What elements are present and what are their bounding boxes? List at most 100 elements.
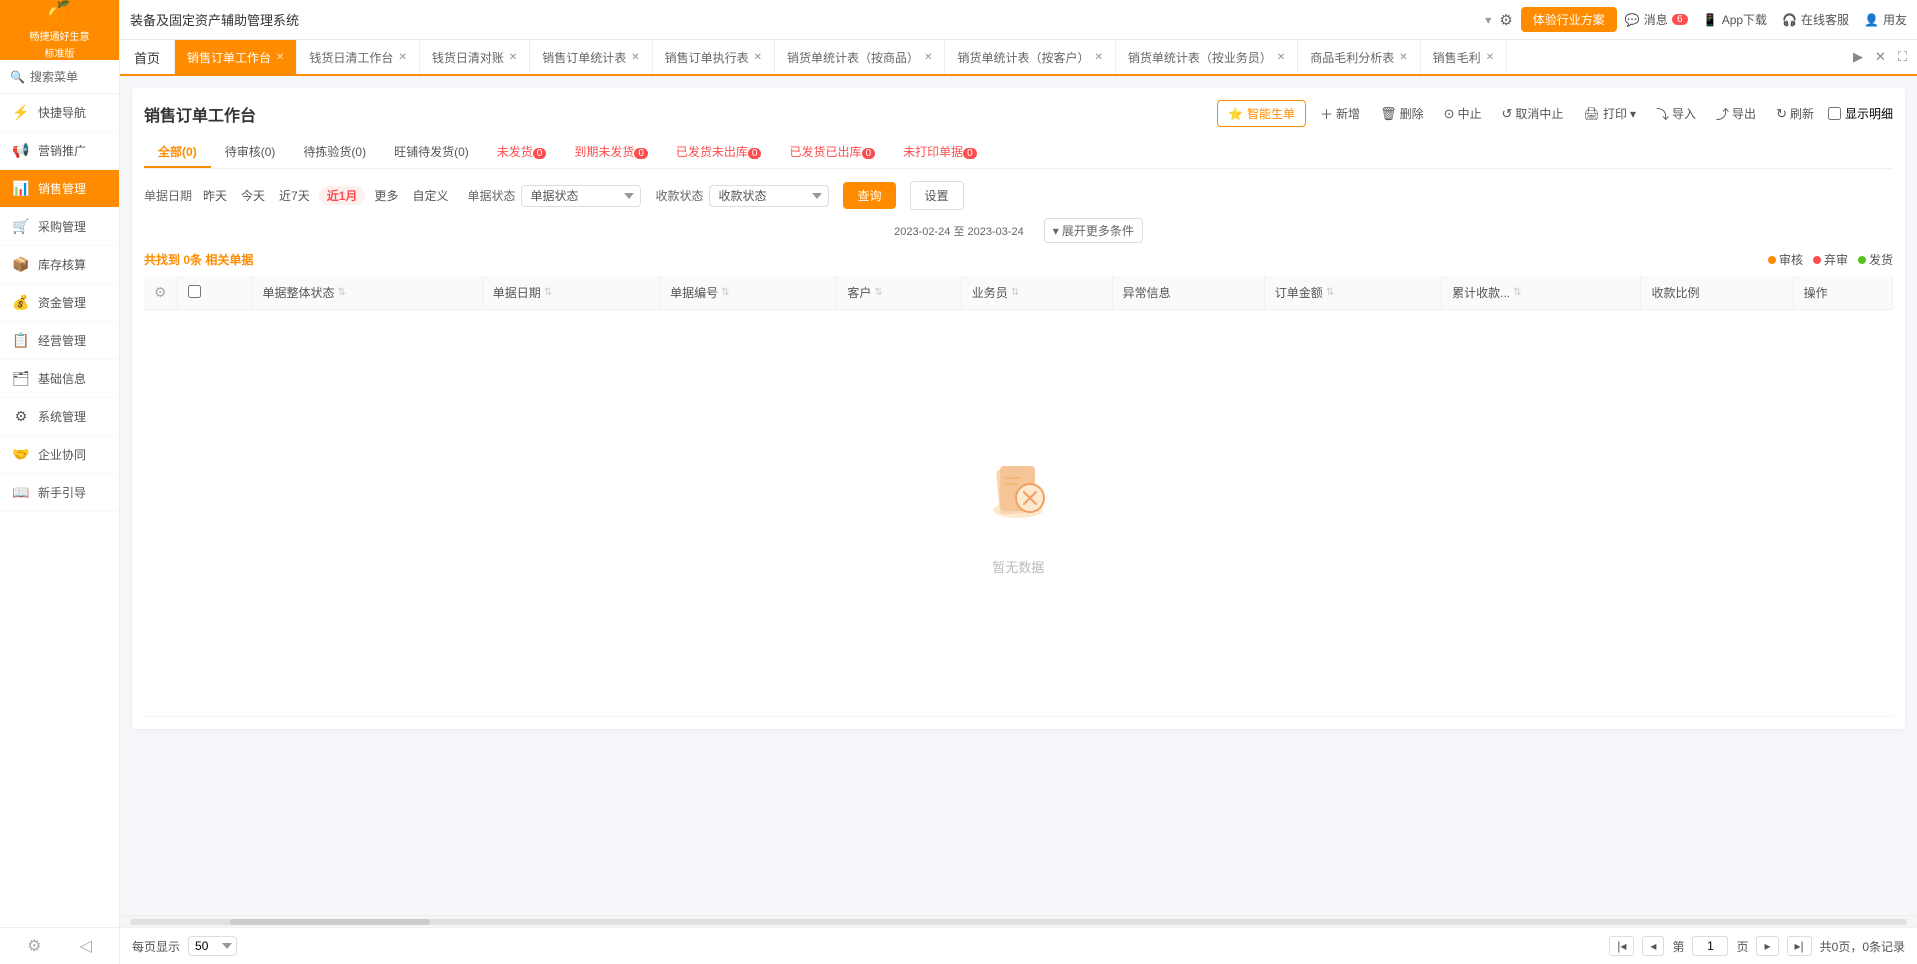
import-btn[interactable]: ⤵ 导入 (1650, 100, 1702, 127)
sub-tab-pending-inspect[interactable]: 待拣验货(0) (289, 137, 380, 168)
query-btn[interactable]: 查询 (843, 182, 895, 209)
th-cumulative[interactable]: 累计收款... ⇅ (1442, 276, 1641, 310)
export-btn[interactable]: ⤴ 导出 (1710, 100, 1762, 127)
refresh-label: 刷新 (1790, 105, 1814, 122)
sub-tab-shipped-not-out[interactable]: 已发货未出库0 (662, 137, 776, 168)
app-download-btn[interactable]: 📱 App下载 (1703, 11, 1767, 28)
sub-tab-overdue-unshipped[interactable]: 到期未发货0 (560, 137, 662, 168)
th-amount[interactable]: 订单金额 ⇅ (1264, 276, 1441, 310)
tab-sales-order-workbench[interactable]: 销售订单工作台 ✕ (175, 40, 297, 75)
tab-close-icon-6[interactable]: ✕ (924, 52, 932, 63)
show-detail-checkbox[interactable] (1828, 107, 1841, 120)
first-page-btn[interactable]: |◂ (1609, 936, 1634, 956)
cancel-stop-btn[interactable]: ↺ 取消中止 (1496, 101, 1570, 126)
select-all-checkbox[interactable] (188, 285, 201, 298)
date-opt-yesterday[interactable]: 昨天 (198, 185, 232, 206)
tab-close-icon-2[interactable]: ✕ (398, 52, 406, 63)
add-btn[interactable]: ＋ 新增 (1314, 100, 1366, 127)
tab-gross-margin[interactable]: 商品毛利分析表 ✕ (1298, 40, 1420, 75)
th-date[interactable]: 单据日期 ⇅ (482, 276, 659, 310)
sub-tab-unshipped[interactable]: 未发货0 (483, 137, 561, 168)
tab-sale-profit[interactable]: 销售毛利 ✕ (1421, 40, 1507, 75)
orange-dot-icon (1768, 256, 1776, 264)
scrollbar-thumb[interactable] (230, 919, 430, 925)
next-page-btn[interactable]: ▸ (1756, 936, 1778, 956)
sidebar-collapse-icon[interactable]: ◁ (80, 936, 92, 956)
sidebar-item-finance[interactable]: 💰 资金管理 (0, 284, 119, 322)
horizontal-scrollbar[interactable] (120, 915, 1917, 927)
th-customer[interactable]: 客户 ⇅ (837, 276, 961, 310)
sub-tab-pending-review[interactable]: 待审核(0) (211, 137, 290, 168)
th-staff[interactable]: 业务员 ⇅ (961, 276, 1112, 310)
tab-order-stats[interactable]: 销售订单统计表 ✕ (530, 40, 652, 75)
date-opt-more[interactable]: 更多 (369, 185, 403, 206)
sidebar-item-collab[interactable]: 🤝 企业协同 (0, 436, 119, 474)
tab-home[interactable]: 首页 (120, 40, 175, 75)
sidebar-item-guide[interactable]: 📖 新手引导 (0, 474, 119, 512)
sidebar-search[interactable]: 🔍 搜索菜单 (0, 60, 119, 94)
collect-filter-select[interactable]: 收款状态 (709, 185, 829, 207)
tabs-close-all-icon[interactable]: ✕ (1871, 47, 1890, 67)
per-page-select[interactable]: 50 100 (188, 936, 237, 956)
tab-sale-stats-customer[interactable]: 销货单统计表（按客户） ✕ (945, 40, 1115, 75)
date-opt-1month[interactable]: 近1月 (319, 186, 366, 205)
set-btn[interactable]: 设置 (910, 181, 964, 210)
tab-reconcile[interactable]: 钱货日清对账 ✕ (420, 40, 530, 75)
sub-tab-all[interactable]: 全部(0) (144, 137, 211, 168)
tab-daily-clear[interactable]: 钱货日清工作台 ✕ (297, 40, 419, 75)
quick-review-btn[interactable]: 审核 (1768, 251, 1803, 268)
message-btn[interactable]: 💬 消息 6 (1625, 11, 1688, 28)
tab-close-icon-9[interactable]: ✕ (1399, 52, 1407, 63)
user-btn[interactable]: 👤 用友 (1864, 11, 1907, 28)
expand-filter-btn[interactable]: ▾ 展开更多条件 (1044, 218, 1143, 243)
last-page-btn[interactable]: ▸| (1787, 936, 1812, 956)
sidebar-item-quick-nav[interactable]: ⚡ 快捷导航 (0, 94, 119, 132)
stop-btn[interactable]: ⊙ 中止 (1438, 101, 1488, 126)
sidebar-item-marketing[interactable]: 📢 营销推广 (0, 132, 119, 170)
tab-label-gross-margin: 商品毛利分析表 (1310, 49, 1394, 66)
tab-close-icon-8[interactable]: ✕ (1277, 52, 1285, 63)
tab-close-icon-7[interactable]: ✕ (1094, 52, 1102, 63)
tab-order-exec[interactable]: 销售订单执行表 ✕ (653, 40, 775, 75)
sub-tab-unprinted[interactable]: 未打印单据0 (889, 137, 991, 168)
sub-tab-shipped-out[interactable]: 已发货已出库0 (775, 137, 889, 168)
refresh-btn[interactable]: ↻ 刷新 (1770, 101, 1820, 126)
tab-sale-stats-product[interactable]: 销货单统计表（按商品） ✕ (775, 40, 945, 75)
quick-cancel-review-btn[interactable]: 弃审 (1813, 251, 1848, 268)
th-number-label: 单据编号 (670, 284, 718, 301)
tabs-more-icon[interactable]: ▶ (1849, 47, 1867, 67)
sidebar-item-sales[interactable]: 📊 销售管理 (0, 170, 119, 208)
tab-close-icon-10[interactable]: ✕ (1486, 52, 1494, 63)
th-status[interactable]: 单据整体状态 ⇅ (252, 276, 482, 310)
tabs-maximize-icon[interactable]: ⛶ (1894, 47, 1911, 67)
prev-page-btn[interactable]: ◂ (1642, 936, 1664, 956)
sidebar-item-basic[interactable]: 🗂 基础信息 (0, 360, 119, 398)
date-opt-custom[interactable]: 自定义 (407, 185, 453, 206)
sub-tab-wangpu[interactable]: 旺铺待发货(0) (380, 137, 483, 168)
sidebar-settings-icon[interactable]: ⚙ (27, 936, 41, 956)
quick-ship-btn[interactable]: 发货 (1858, 251, 1893, 268)
tab-sale-stats-staff[interactable]: 销货单统计表（按业务员） ✕ (1116, 40, 1298, 75)
tab-close-icon-4[interactable]: ✕ (631, 52, 639, 63)
show-detail-toggle[interactable]: 显示明细 (1828, 105, 1893, 122)
header-gear-icon[interactable]: ⚙ (1499, 11, 1512, 29)
delete-btn[interactable]: 🗑 删除 (1374, 101, 1430, 126)
tab-close-icon-5[interactable]: ✕ (754, 52, 762, 63)
tab-close-icon[interactable]: ✕ (276, 52, 284, 63)
date-opt-7days[interactable]: 近7天 (274, 185, 315, 206)
status-filter-select[interactable]: 单据状态 (521, 185, 641, 207)
sidebar-item-system[interactable]: ⚙ 系统管理 (0, 398, 119, 436)
sidebar-item-purchase[interactable]: 🛒 采购管理 (0, 208, 119, 246)
sidebar-item-operation[interactable]: 📋 经营管理 (0, 322, 119, 360)
date-opt-today[interactable]: 今天 (236, 185, 270, 206)
tab-close-icon-3[interactable]: ✕ (509, 52, 517, 63)
online-service-btn[interactable]: 🎧 在线客服 (1782, 11, 1849, 28)
sidebar-item-stock[interactable]: 📦 库存核算 (0, 246, 119, 284)
th-number[interactable]: 单据编号 ⇅ (660, 276, 837, 310)
column-settings-icon[interactable]: ⚙ (154, 284, 167, 300)
print-btn[interactable]: 🖨 打印 ▾ (1577, 101, 1642, 126)
try-btn[interactable]: 体验行业方案 (1521, 7, 1617, 32)
smart-gen-btn[interactable]: ⭐ 智能生单 (1217, 100, 1306, 127)
page-input[interactable] (1692, 936, 1728, 956)
system-dropdown-icon[interactable]: ▾ (1485, 13, 1491, 27)
